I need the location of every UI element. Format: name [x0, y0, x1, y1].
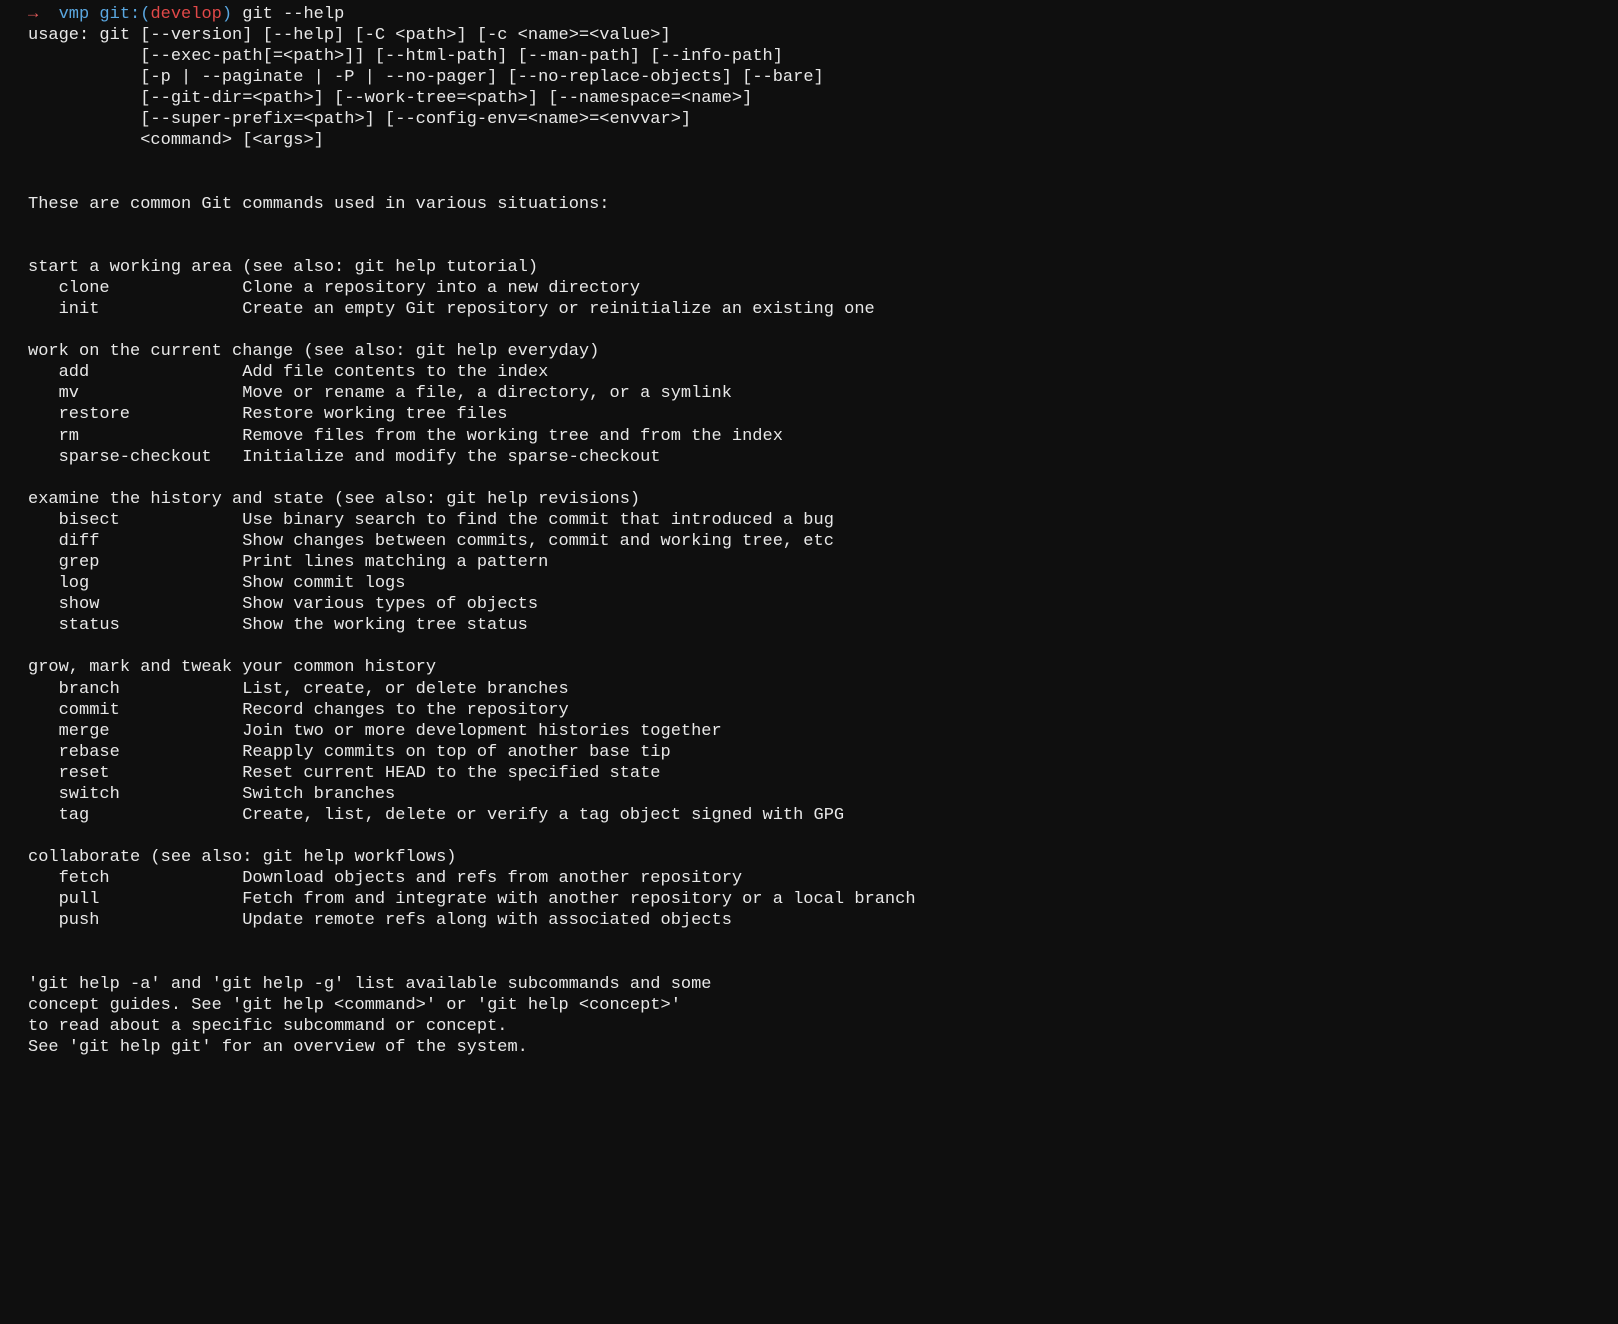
command-desc: Clone a repository into a new directory — [242, 279, 640, 298]
prompt-git-label: git: — [99, 5, 140, 24]
command-row: initCreate an empty Git repository or re… — [28, 299, 1618, 320]
command-name: sparse-checkout — [59, 447, 243, 468]
command-desc: Show the working tree status — [242, 616, 528, 635]
footer-block: 'git help -a' and 'git help -g' list ava… — [28, 974, 1618, 1058]
section-title: examine the history and state (see also:… — [28, 489, 1618, 510]
command-name: tag — [59, 805, 243, 826]
command-desc: Remove files from the working tree and f… — [242, 427, 783, 446]
prompt-branch: develop — [150, 5, 221, 24]
prompt-line: → vmp git:(develop) git --help — [28, 4, 1618, 25]
command-name: log — [59, 573, 243, 594]
command-name: grep — [59, 552, 243, 573]
command-name: pull — [59, 889, 243, 910]
command-row: switchSwitch branches — [28, 784, 1618, 805]
usage-line: usage: git [--version] [--help] [-C <pat… — [28, 25, 1618, 46]
command-name: show — [59, 594, 243, 615]
sections-block: start a working area (see also: git help… — [28, 257, 1618, 932]
command-name: diff — [59, 531, 243, 552]
command-text: git --help — [242, 5, 344, 24]
usage-line: [-p | --paginate | -P | --no-pager] [--n… — [28, 67, 1618, 88]
command-desc: Reapply commits on top of another base t… — [242, 743, 670, 762]
prompt-arrow-icon: → — [28, 5, 38, 24]
command-name: merge — [59, 721, 243, 742]
command-desc: Update remote refs along with associated… — [242, 911, 732, 930]
usage-line: [--git-dir=<path>] [--work-tree=<path>] … — [28, 88, 1618, 109]
command-desc: Download objects and refs from another r… — [242, 869, 742, 888]
section-title: grow, mark and tweak your common history — [28, 657, 1618, 678]
command-row: diffShow changes between commits, commit… — [28, 531, 1618, 552]
command-desc: Create an empty Git repository or reinit… — [242, 300, 875, 319]
command-name: switch — [59, 784, 243, 805]
prompt-paren-open: ( — [140, 5, 150, 24]
section-title: collaborate (see also: git help workflow… — [28, 847, 1618, 868]
command-desc: Use binary search to find the commit tha… — [242, 511, 834, 530]
command-desc: Switch branches — [242, 785, 395, 804]
command-desc: Create, list, delete or verify a tag obj… — [242, 806, 844, 825]
command-row: grepPrint lines matching a pattern — [28, 552, 1618, 573]
section-title: start a working area (see also: git help… — [28, 257, 1618, 278]
command-row: pullFetch from and integrate with anothe… — [28, 889, 1618, 910]
command-row: addAdd file contents to the index — [28, 362, 1618, 383]
footer-line: See 'git help git' for an overview of th… — [28, 1037, 1618, 1058]
command-name: branch — [59, 679, 243, 700]
command-name: clone — [59, 278, 243, 299]
command-desc: Join two or more development histories t… — [242, 722, 721, 741]
command-row: branchList, create, or delete branches — [28, 679, 1618, 700]
command-desc: Show commit logs — [242, 574, 405, 593]
command-row: mergeJoin two or more development histor… — [28, 721, 1618, 742]
usage-line: [--exec-path[=<path>]] [--html-path] [--… — [28, 46, 1618, 67]
command-row: cloneClone a repository into a new direc… — [28, 278, 1618, 299]
command-desc: Move or rename a file, a directory, or a… — [242, 384, 732, 403]
command-row: mvMove or rename a file, a directory, or… — [28, 383, 1618, 404]
command-name: status — [59, 615, 243, 636]
command-name: rebase — [59, 742, 243, 763]
command-desc: Record changes to the repository — [242, 701, 568, 720]
command-desc: Fetch from and integrate with another re… — [242, 890, 915, 909]
intro-line: These are common Git commands used in va… — [28, 194, 1618, 215]
command-desc: Initialize and modify the sparse-checkou… — [242, 448, 660, 467]
prompt-directory: vmp — [59, 5, 90, 24]
command-name: reset — [59, 763, 243, 784]
command-row: fetchDownload objects and refs from anot… — [28, 868, 1618, 889]
command-row: commitRecord changes to the repository — [28, 700, 1618, 721]
footer-line: to read about a specific subcommand or c… — [28, 1016, 1618, 1037]
command-row: resetReset current HEAD to the specified… — [28, 763, 1618, 784]
command-desc: Restore working tree files — [242, 405, 507, 424]
command-name: mv — [59, 383, 243, 404]
command-name: push — [59, 910, 243, 931]
command-row: rebaseReapply commits on top of another … — [28, 742, 1618, 763]
command-row: showShow various types of objects — [28, 594, 1618, 615]
command-desc: Show various types of objects — [242, 595, 538, 614]
command-desc: Print lines matching a pattern — [242, 553, 548, 572]
terminal[interactable]: → vmp git:(develop) git --helpusage: git… — [0, 0, 1618, 1062]
command-desc: Show changes between commits, commit and… — [242, 532, 834, 551]
command-row: restoreRestore working tree files — [28, 404, 1618, 425]
command-desc: Add file contents to the index — [242, 363, 548, 382]
command-name: restore — [59, 404, 243, 425]
command-name: bisect — [59, 510, 243, 531]
usage-block: usage: git [--version] [--help] [-C <pat… — [28, 25, 1618, 151]
footer-line: concept guides. See 'git help <command>'… — [28, 995, 1618, 1016]
command-row: bisectUse binary search to find the comm… — [28, 510, 1618, 531]
command-row: rmRemove files from the working tree and… — [28, 426, 1618, 447]
command-name: commit — [59, 700, 243, 721]
command-desc: Reset current HEAD to the specified stat… — [242, 764, 660, 783]
command-name: init — [59, 299, 243, 320]
command-name: add — [59, 362, 243, 383]
usage-line: [--super-prefix=<path>] [--config-env=<n… — [28, 109, 1618, 130]
command-name: fetch — [59, 868, 243, 889]
command-row: tagCreate, list, delete or verify a tag … — [28, 805, 1618, 826]
usage-line: <command> [<args>] — [28, 130, 1618, 151]
command-row: logShow commit logs — [28, 573, 1618, 594]
section-title: work on the current change (see also: gi… — [28, 341, 1618, 362]
prompt-paren-close: ) — [222, 5, 232, 24]
command-row: statusShow the working tree status — [28, 615, 1618, 636]
command-row: pushUpdate remote refs along with associ… — [28, 910, 1618, 931]
command-row: sparse-checkoutInitialize and modify the… — [28, 447, 1618, 468]
command-desc: List, create, or delete branches — [242, 680, 568, 699]
footer-line: 'git help -a' and 'git help -g' list ava… — [28, 974, 1618, 995]
command-name: rm — [59, 426, 243, 447]
